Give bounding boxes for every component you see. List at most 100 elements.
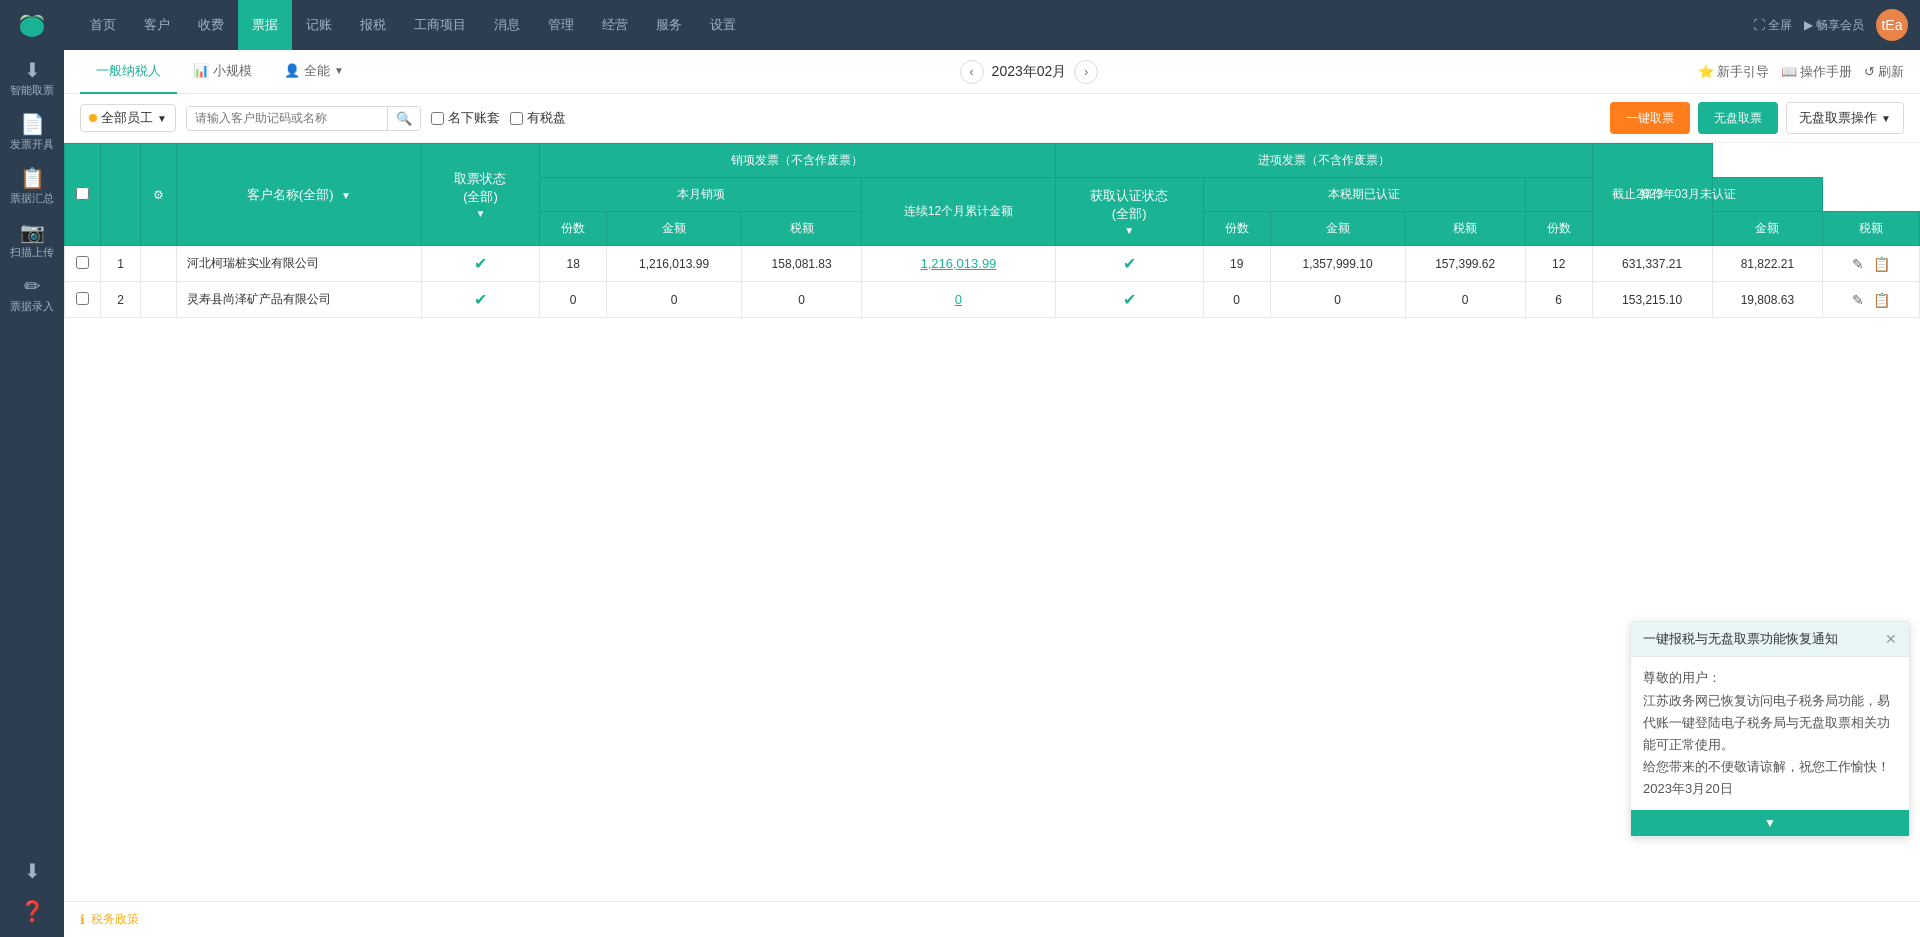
edit-icon[interactable]: ✎ [1852, 292, 1864, 308]
row-checkbox[interactable] [65, 246, 101, 282]
row-gear [141, 246, 177, 282]
notification-close-button[interactable]: ✕ [1885, 631, 1897, 647]
period-navigation: ‹ 2023年02月 › [960, 60, 1099, 84]
account-filter[interactable]: 名下账套 [431, 109, 500, 127]
nav-settings[interactable]: 设置 [696, 0, 750, 50]
manual-button[interactable]: 📖 操作手册 [1781, 63, 1852, 81]
nav-service[interactable]: 服务 [642, 0, 696, 50]
row-uncertified-amount: 153,215.10 [1592, 282, 1712, 318]
customer-filter-icon[interactable]: ▼ [341, 190, 351, 201]
th-certified-count: 份数 [1203, 212, 1270, 246]
nav-customer[interactable]: 客户 [130, 0, 184, 50]
th-uncertified-tax: 税额 [1823, 212, 1920, 246]
filter-bar: 全部员工 ▼ 🔍 名下账套 有税盘 一键取票 无盘取票 无盘取票操作 ▼ [64, 94, 1920, 143]
th-certified-amount: 金额 [1270, 212, 1405, 246]
th-cumulative-12: 连续12个月累计金额 [862, 178, 1055, 246]
nav-operation[interactable]: 经营 [588, 0, 642, 50]
sidebar-item-scan-upload[interactable]: 📷 扫描上传 [0, 212, 64, 266]
row-certified-status: ✔ [1055, 282, 1203, 318]
no-disk-actions-button[interactable]: 无盘取票操作 ▼ [1786, 102, 1904, 134]
row-certified-count: 0 [1203, 282, 1270, 318]
sidebar-item-invoice-summary[interactable]: 📋 票据汇总 [0, 158, 64, 212]
nav-message[interactable]: 消息 [480, 0, 534, 50]
scan-upload-icon: 📷 [20, 222, 45, 242]
sidebar-item-data-entry[interactable]: ✏ 票据录入 [0, 266, 64, 320]
tax-disk-label: 有税盘 [527, 109, 566, 127]
nav-home[interactable]: 首页 [76, 0, 130, 50]
next-period-button[interactable]: › [1074, 60, 1098, 84]
employee-select[interactable]: 全部员工 ▼ [80, 104, 176, 132]
edit-icon[interactable]: ✎ [1852, 256, 1864, 272]
row-checkbox[interactable] [65, 282, 101, 318]
row-certified-tax: 0 [1405, 282, 1525, 318]
tax-policy-link[interactable]: 税务政策 [91, 911, 139, 928]
sidebar-bottom: ⬇ ❓ [0, 851, 64, 937]
row-uncertified-amount: 631,337.21 [1592, 246, 1712, 282]
th-uncertified-count: 份数 [1525, 212, 1592, 246]
new-guide-button[interactable]: ⭐ 新手引导 [1698, 63, 1769, 81]
sidebar-item-help[interactable]: ❓ [0, 891, 64, 927]
tax-disk-filter[interactable]: 有税盘 [510, 109, 566, 127]
sidebar-item-smart-fetch[interactable]: ⬇ 智能取票 [0, 50, 64, 104]
nav-collection[interactable]: 收费 [184, 0, 238, 50]
fullscreen-button[interactable]: ⛶ 全屏 [1753, 17, 1792, 34]
row-uncertified-tax: 81,822.21 [1712, 246, 1822, 282]
one-click-fetch-button[interactable]: 一键取票 [1610, 102, 1690, 134]
table-body: 1 河北柯瑞桩实业有限公司 ✔ 18 1,216,013.99 158,081.… [65, 246, 1920, 318]
th-customer-name: 客户名称(全部) ▼ [177, 144, 422, 246]
tab-small-scale[interactable]: 📊 小规模 [177, 50, 268, 94]
row-uncertified-count: 12 [1525, 246, 1592, 282]
star-icon: ⭐ [1698, 64, 1714, 79]
avatar[interactable]: tEa [1876, 9, 1908, 41]
prev-period-button[interactable]: ‹ [960, 60, 984, 84]
refresh-button[interactable]: ↺ 刷新 [1864, 63, 1904, 81]
th-certified-status: 获取认证状态 (全部) ▼ [1055, 178, 1203, 246]
employee-label: 全部员工 [101, 109, 153, 127]
row-certified-status: ✔ [1055, 246, 1203, 282]
sidebar-item-label-summary: 票据汇总 [10, 191, 54, 206]
member-button[interactable]: ▶ 畅享会员 [1804, 17, 1864, 34]
tab-general-taxpayer[interactable]: 一般纳税人 [80, 50, 177, 94]
certified-status-filter-icon[interactable]: ▼ [1124, 225, 1134, 236]
search-box: 🔍 [186, 106, 421, 131]
employee-dropdown-icon: ▼ [157, 113, 167, 124]
no-disk-actions-label: 无盘取票操作 [1799, 109, 1877, 127]
no-disk-fetch-button[interactable]: 无盘取票 [1698, 102, 1778, 134]
smart-fetch-icon: ⬇ [24, 60, 41, 80]
nav-bookkeeping[interactable]: 记账 [292, 0, 346, 50]
row-customer: 河北柯瑞桩实业有限公司 [177, 246, 422, 282]
search-button[interactable]: 🔍 [387, 107, 420, 130]
nav-management[interactable]: 管理 [534, 0, 588, 50]
sidebar-item-download[interactable]: ⬇ [0, 851, 64, 887]
th-sales-tax: 税额 [742, 212, 862, 246]
th-checkbox [65, 144, 101, 246]
th-deadline-uncertified: 截止2023年03月未认证 [1525, 178, 1822, 212]
copy-icon[interactable]: 📋 [1873, 292, 1890, 308]
filter-right-buttons: 一键取票 无盘取票 无盘取票操作 ▼ [1610, 102, 1904, 134]
tab-all[interactable]: 👤 全能 ▼ [268, 50, 360, 94]
fullscreen-icon: ⛶ [1753, 18, 1765, 32]
nav-invoice[interactable]: 票据 [238, 0, 292, 50]
copy-icon[interactable]: 📋 [1873, 256, 1890, 272]
tabs-bar: 一般纳税人 📊 小规模 👤 全能 ▼ ‹ 2023年02月 › ⭐ 新手引导 [64, 50, 1920, 94]
notification-scroll-button[interactable]: ▼ [1631, 810, 1909, 836]
book-icon: 📖 [1781, 64, 1797, 79]
tabs-right-actions: ⭐ 新手引导 📖 操作手册 ↺ 刷新 [1698, 63, 1904, 81]
row-num: 2 [101, 282, 141, 318]
period-text: 2023年02月 [992, 63, 1067, 81]
nav-business[interactable]: 工商项目 [400, 0, 480, 50]
select-all-checkbox[interactable] [76, 187, 89, 200]
th-gear: ⚙ [141, 144, 177, 246]
account-checkbox[interactable] [431, 112, 444, 125]
fetch-status-filter-icon[interactable]: ▼ [476, 208, 486, 219]
row-sales-tax: 158,081.83 [742, 246, 862, 282]
row-fetch-status: ✔ [421, 246, 540, 282]
data-entry-icon: ✏ [24, 276, 41, 296]
sidebar-item-label-entry: 票据录入 [10, 299, 54, 314]
sidebar-item-issue-invoice[interactable]: 📄 发票开具 [0, 104, 64, 158]
row-cumulative: 0 [862, 282, 1055, 318]
search-input[interactable] [187, 107, 387, 129]
tab-all-arrow-icon: ▼ [334, 65, 344, 76]
nav-tax[interactable]: 报税 [346, 0, 400, 50]
tax-disk-checkbox[interactable] [510, 112, 523, 125]
